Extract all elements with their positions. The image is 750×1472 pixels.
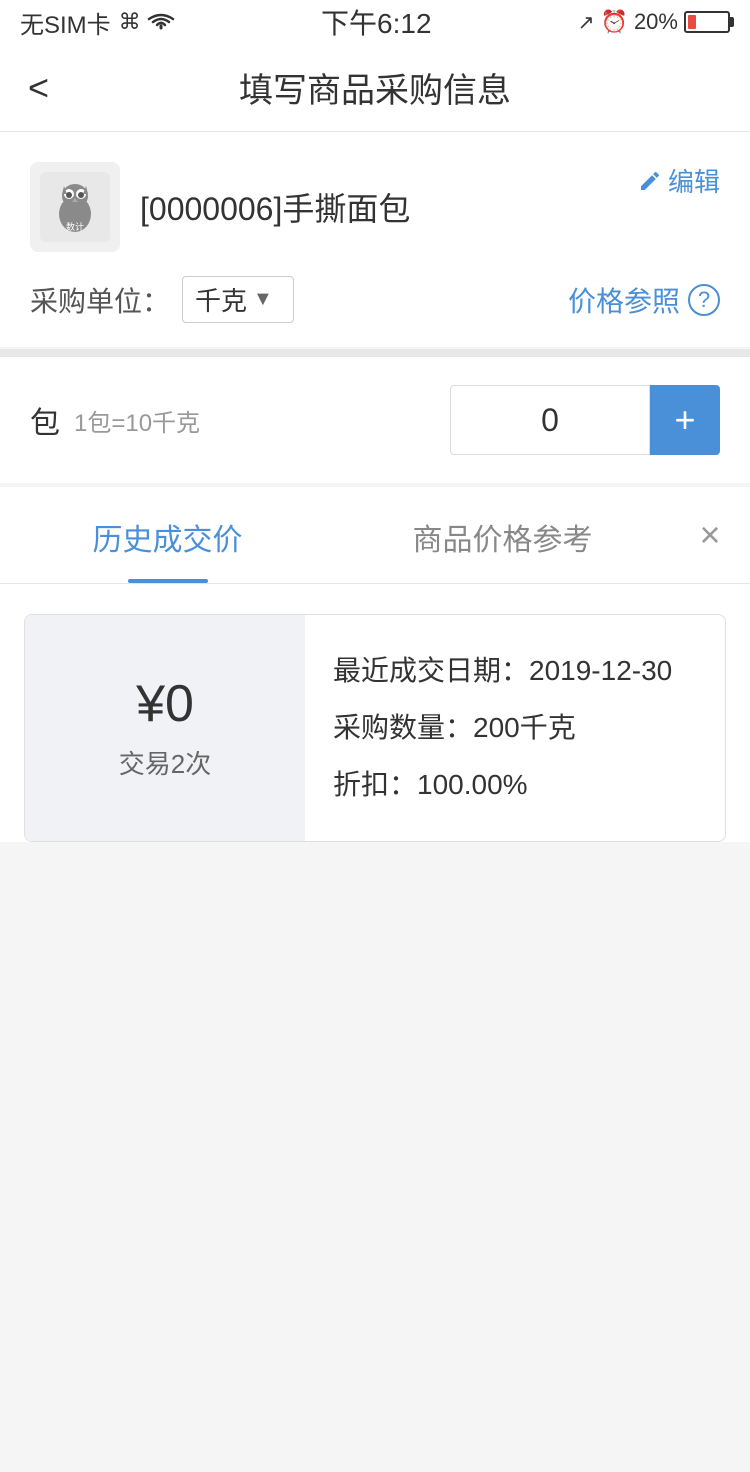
tab-close-button[interactable]: ×: [670, 514, 750, 556]
quantity-control: 0 +: [450, 385, 720, 455]
product-image: 数计: [30, 162, 120, 252]
tab-history-price[interactable]: 历史成交价: [0, 487, 335, 583]
main-content: [0, 872, 750, 1472]
purchase-qty-row: 采购数量：200千克: [333, 708, 697, 747]
edit-button[interactable]: 编辑: [638, 162, 720, 199]
alarm-icon: ⏰: [601, 9, 628, 35]
battery-percentage: 20%: [634, 9, 678, 35]
recent-date-value: 2019-12-30: [529, 655, 672, 686]
product-section: 数计 [0000006]手撕面包 编辑 采购单位： 千克 ▼ 价格参照 ?: [0, 132, 750, 347]
product-footer: 采购单位： 千克 ▼ 价格参照 ?: [30, 276, 720, 323]
price-ref-label: 价格参照: [568, 280, 680, 320]
purchase-qty-label: 采购数量：: [333, 712, 473, 743]
tab-history-price-label: 历史成交价: [93, 524, 243, 557]
price-reference-button[interactable]: 价格参照 ?: [568, 280, 720, 320]
transaction-count: 交易2次: [119, 744, 211, 781]
status-bar: 无SIM卡 ⌘ 下午6:12 ↗ ⏰ 20%: [0, 0, 750, 44]
unit-section: 采购单位： 千克 ▼: [30, 276, 294, 323]
svg-text:数计: 数计: [66, 221, 84, 232]
product-id: [0000006]: [140, 191, 282, 227]
product-name-text: 手撕面包: [282, 191, 410, 227]
transaction-left: ¥0 交易2次: [25, 615, 305, 841]
transaction-price: ¥0: [136, 674, 194, 734]
unit-select-button[interactable]: 千克 ▼: [182, 276, 294, 323]
separator: [0, 349, 750, 357]
product-header: 数计 [0000006]手撕面包 编辑: [30, 162, 720, 252]
tab-price-reference-label: 商品价格参考: [413, 524, 593, 557]
status-time: 下午6:12: [321, 2, 432, 42]
transaction-card: ¥0 交易2次 最近成交日期：2019-12-30 采购数量：200千克 折扣：…: [24, 614, 726, 842]
quantity-plus-button[interactable]: +: [650, 385, 720, 455]
recent-date-row: 最近成交日期：2019-12-30: [333, 651, 697, 690]
unit-label: 采购单位：: [30, 280, 170, 320]
edit-icon: [638, 169, 662, 193]
tab-price-reference[interactable]: 商品价格参考: [335, 487, 670, 583]
status-left: 无SIM卡 ⌘: [20, 5, 175, 40]
discount-row: 折扣：100.00%: [333, 765, 697, 804]
dropdown-arrow-icon: ▼: [253, 288, 273, 311]
help-icon: ?: [688, 284, 720, 316]
carrier-label: 无SIM卡: [20, 5, 111, 40]
quantity-input[interactable]: 0: [450, 385, 650, 455]
location-icon: ↗: [578, 10, 595, 35]
nav-bar: < 填写商品采购信息: [0, 44, 750, 132]
tabs-section: 历史成交价 商品价格参考 × ¥0 交易2次 最近成交日期：2019-12-30…: [0, 487, 750, 842]
transaction-right: 最近成交日期：2019-12-30 采购数量：200千克 折扣：100.00%: [305, 615, 725, 841]
product-thumbnail: 数计: [40, 172, 110, 242]
battery-fill: [688, 15, 696, 29]
back-button[interactable]: <: [28, 67, 49, 109]
purchase-qty-value: 200千克: [473, 712, 576, 743]
quantity-left: 包 1包=10千克: [30, 398, 200, 442]
product-left: 数计 [0000006]手撕面包: [30, 162, 410, 252]
unit-hint: 1包=10千克: [74, 403, 200, 438]
tabs-header: 历史成交价 商品价格参考 ×: [0, 487, 750, 584]
unit-badge: 包: [30, 398, 60, 442]
wifi-icon: ⌘: [119, 9, 175, 35]
product-name: [0000006]手撕面包: [140, 184, 410, 230]
recent-date-label: 最近成交日期：: [333, 655, 529, 686]
discount-label: 折扣：: [333, 769, 417, 800]
discount-value: 100.00%: [417, 769, 528, 800]
status-right: ↗ ⏰ 20%: [578, 9, 730, 35]
unit-value: 千克: [195, 281, 247, 318]
battery-icon: [684, 11, 730, 33]
quantity-row: 包 1包=10千克 0 +: [0, 357, 750, 483]
page-title: 填写商品采购信息: [239, 63, 511, 112]
